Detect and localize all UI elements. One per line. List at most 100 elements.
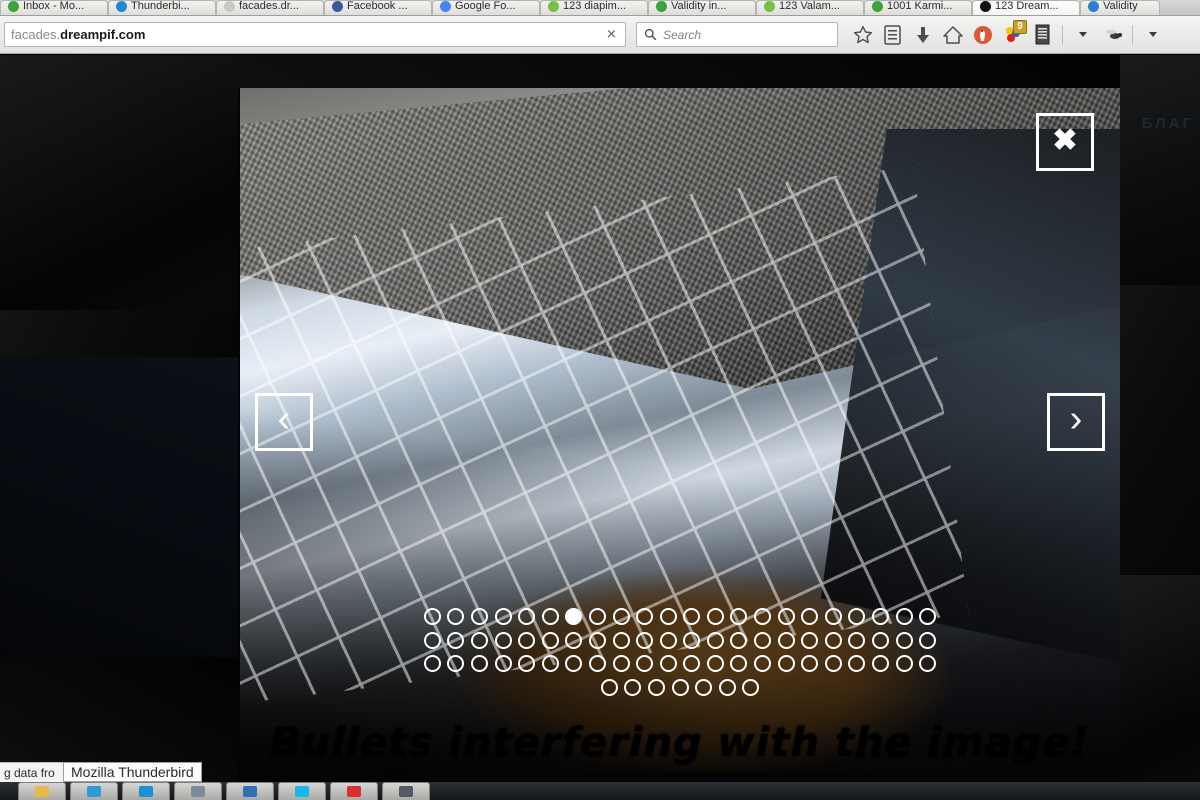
- bullet[interactable]: [565, 631, 583, 649]
- bullet[interactable]: [612, 608, 630, 625]
- taskbar-misc[interactable]: [382, 782, 430, 800]
- bullet[interactable]: [730, 655, 748, 672]
- os-taskbar[interactable]: [0, 782, 1200, 800]
- bullet[interactable]: [683, 655, 701, 672]
- menu-caret-icon[interactable]: [1139, 21, 1166, 49]
- prev-arrow-icon[interactable]: ‹: [255, 393, 313, 451]
- taskbar-editor[interactable]: [174, 782, 222, 800]
- bookmark-star-icon[interactable]: [849, 21, 876, 49]
- browser-tab[interactable]: facades.dr...: [216, 0, 324, 15]
- browser-tab[interactable]: 123 diapim...: [540, 0, 648, 15]
- bullet[interactable]: [801, 655, 819, 672]
- bullet[interactable]: [518, 608, 536, 625]
- bullet[interactable]: [824, 655, 842, 672]
- browser-tab[interactable]: Thunderbi...: [108, 0, 216, 15]
- bullet[interactable]: [447, 608, 465, 625]
- bullet[interactable]: [565, 655, 583, 672]
- taskbar-terminal[interactable]: [278, 782, 326, 800]
- browser-tab[interactable]: Validity in...: [648, 0, 756, 15]
- bullet[interactable]: [470, 631, 488, 649]
- taskbar-pdf[interactable]: [330, 782, 378, 800]
- bullet[interactable]: [754, 608, 772, 625]
- bullet[interactable]: [447, 631, 465, 649]
- bullet[interactable]: [541, 655, 559, 672]
- bullet[interactable]: [470, 608, 488, 625]
- bullet[interactable]: [636, 631, 654, 649]
- bullet[interactable]: [683, 608, 701, 625]
- bullet[interactable]: [494, 655, 512, 672]
- bullet[interactable]: [494, 608, 512, 625]
- bullet[interactable]: [588, 608, 606, 625]
- bullet[interactable]: [423, 608, 441, 625]
- bullet[interactable]: [588, 631, 606, 649]
- shredder-extension-icon[interactable]: [1029, 21, 1056, 49]
- bullet[interactable]: [470, 655, 488, 672]
- bullet[interactable]: [600, 678, 618, 696]
- bullet[interactable]: [754, 655, 772, 672]
- taskbar-folder[interactable]: [226, 782, 274, 800]
- bullet[interactable]: [872, 655, 890, 672]
- browser-tab[interactable]: Validity: [1080, 0, 1160, 15]
- browser-tab[interactable]: 123 Dream...: [972, 0, 1080, 15]
- search-bar[interactable]: Search: [636, 22, 838, 47]
- bullet[interactable]: [659, 655, 677, 672]
- taskbar-files[interactable]: [18, 782, 66, 800]
- bullet[interactable]: [872, 631, 890, 649]
- browser-tab[interactable]: Inbox - Mo...: [0, 0, 108, 15]
- bullet[interactable]: [777, 631, 795, 649]
- bullet[interactable]: [801, 631, 819, 649]
- bullet[interactable]: [671, 678, 689, 696]
- bullet[interactable]: [541, 631, 559, 649]
- reader-library-icon[interactable]: [879, 21, 906, 49]
- bullet[interactable]: [518, 631, 536, 649]
- bullet[interactable]: [636, 608, 654, 625]
- bullet[interactable]: [824, 608, 842, 625]
- pagination-bullets[interactable]: [240, 608, 1120, 696]
- clear-url-icon[interactable]: ✕: [604, 27, 619, 42]
- bullet[interactable]: [659, 608, 677, 625]
- bullet[interactable]: [541, 608, 559, 625]
- bullet[interactable]: [718, 678, 736, 696]
- bullet[interactable]: [801, 608, 819, 625]
- bullet[interactable]: [730, 608, 748, 625]
- downloads-icon[interactable]: [909, 21, 936, 49]
- bullet[interactable]: [754, 631, 772, 649]
- bullet[interactable]: [919, 631, 937, 649]
- browser-tab[interactable]: 123 Valam...: [756, 0, 864, 15]
- overflow-caret-icon[interactable]: [1069, 21, 1096, 49]
- bullet[interactable]: [730, 631, 748, 649]
- bullet[interactable]: [647, 678, 665, 696]
- browser-tab-strip[interactable]: Inbox - Mo... Thunderbi... facades.dr... Fa…: [0, 0, 1200, 16]
- bullet[interactable]: [895, 608, 913, 625]
- bullet[interactable]: [518, 655, 536, 672]
- home-icon[interactable]: [939, 21, 966, 49]
- bullet[interactable]: [919, 655, 937, 672]
- bullet[interactable]: [612, 631, 630, 649]
- wasp-extension-icon[interactable]: [1099, 21, 1126, 49]
- bullet[interactable]: [624, 678, 642, 696]
- browser-tab[interactable]: Facebook ...: [324, 0, 432, 15]
- bullet[interactable]: [777, 608, 795, 625]
- bullet[interactable]: [848, 655, 866, 672]
- taskbar-thunderbird[interactable]: [122, 782, 170, 800]
- bullet[interactable]: [706, 631, 724, 649]
- browser-tab[interactable]: 1001 Karmi...: [864, 0, 972, 15]
- bullet[interactable]: [777, 655, 795, 672]
- bullet[interactable]: [588, 655, 606, 672]
- url-bar[interactable]: facades. dreampif.com ✕: [4, 22, 626, 47]
- browser-tab[interactable]: Google Fo...: [432, 0, 540, 15]
- next-arrow-icon[interactable]: ›: [1047, 393, 1105, 451]
- bullet[interactable]: [742, 678, 760, 696]
- bullet[interactable]: [706, 655, 724, 672]
- bullet[interactable]: [919, 608, 937, 625]
- bullet[interactable]: [824, 631, 842, 649]
- bullet[interactable]: [423, 655, 441, 672]
- bullet[interactable]: [895, 655, 913, 672]
- bullet[interactable]: [612, 655, 630, 672]
- duckduckgo-icon[interactable]: [969, 21, 996, 49]
- bullet[interactable]: [447, 655, 465, 672]
- bullet[interactable]: [494, 631, 512, 649]
- bullet[interactable]: [895, 631, 913, 649]
- balloons-extension-icon[interactable]: 9: [999, 19, 1027, 49]
- bullet[interactable]: [848, 608, 866, 625]
